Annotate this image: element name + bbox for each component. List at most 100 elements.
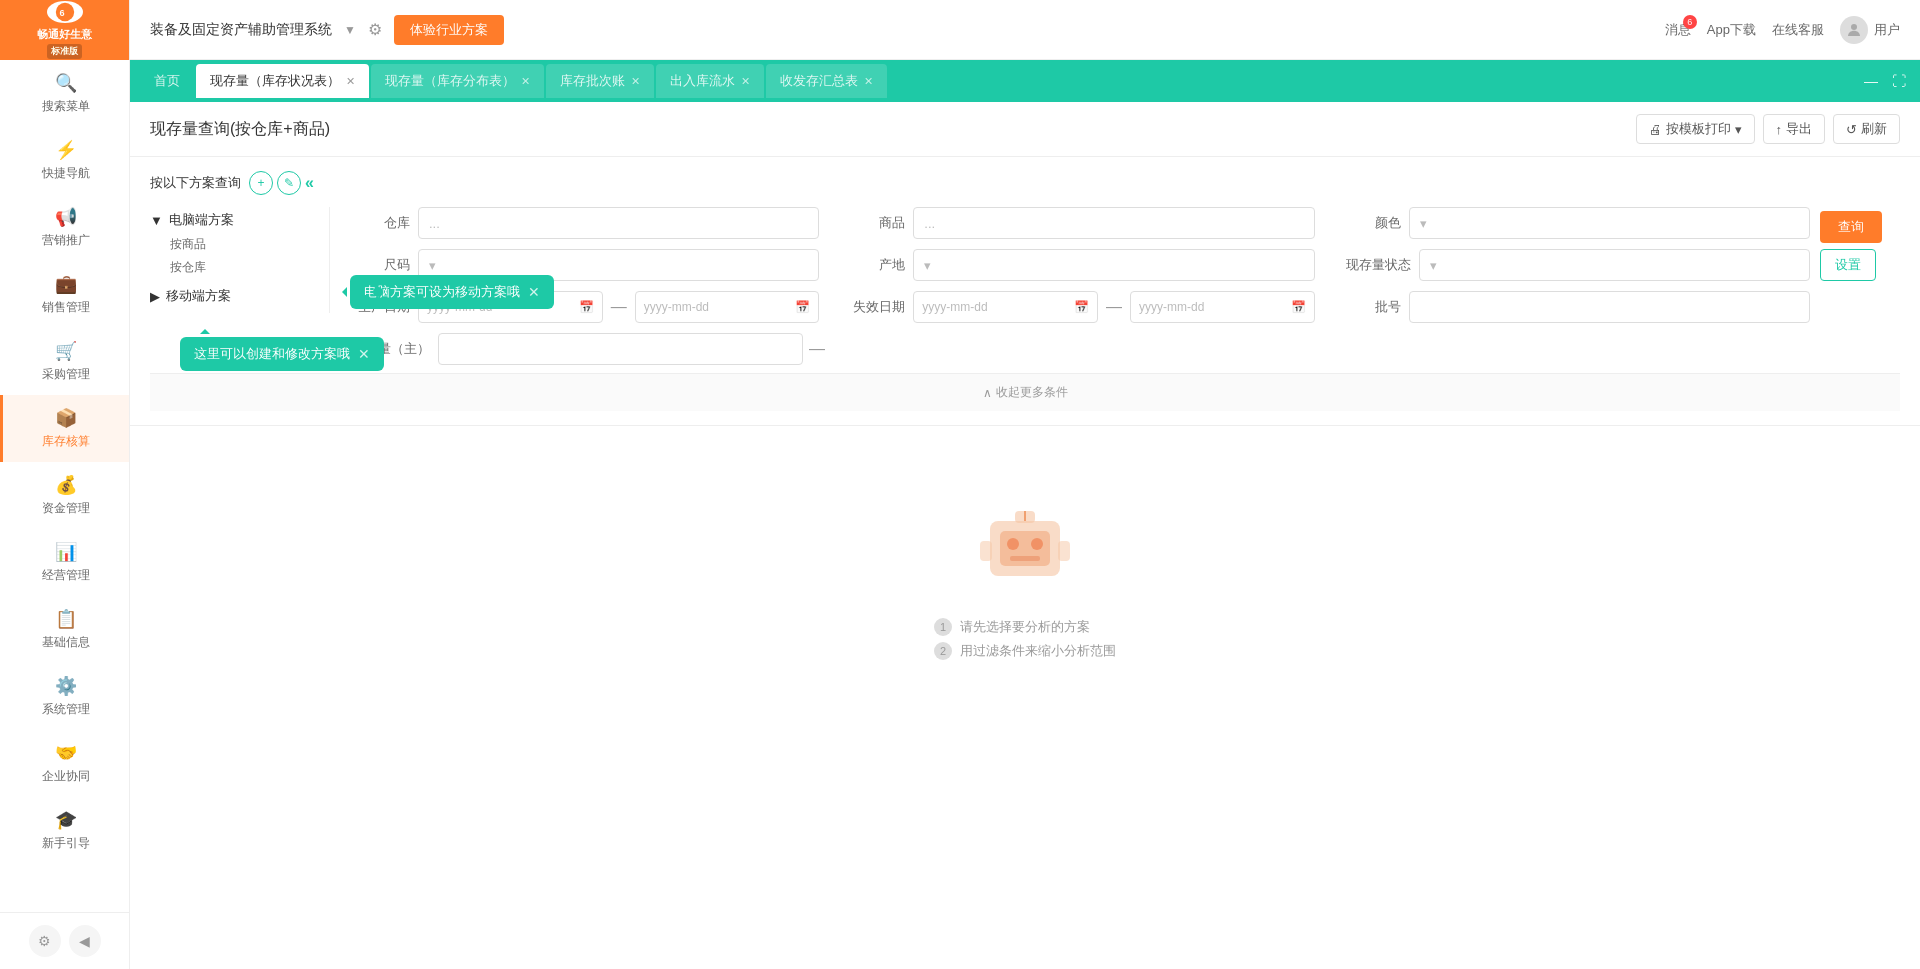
- exp-date-end-cal-icon[interactable]: 📅: [1291, 300, 1306, 314]
- scheme-dot-indicator: [373, 287, 383, 297]
- warehouse-ctrl-wrapper: ...: [418, 207, 819, 239]
- stock-status-select[interactable]: ▾: [1419, 249, 1810, 281]
- user-avatar: [1840, 16, 1868, 44]
- industry-btn[interactable]: 体验行业方案: [394, 15, 504, 45]
- svg-point-5: [1007, 538, 1019, 550]
- size-dropdown-arrow: ▾: [429, 258, 436, 273]
- add-scheme-btn[interactable]: +: [249, 171, 273, 195]
- warehouse-select[interactable]: ...: [418, 207, 819, 239]
- tab-inventory-dist[interactable]: 现存量（库存分布表） ✕: [371, 64, 544, 98]
- tab-inout-flow-close[interactable]: ✕: [741, 75, 750, 88]
- prod-date-dash: —: [607, 298, 631, 316]
- tab-inout-flow-label: 出入库流水: [670, 72, 735, 90]
- back-arrow-btn[interactable]: «: [305, 174, 314, 192]
- app-download-btn[interactable]: App下载: [1707, 21, 1756, 39]
- sidebar-item-operations[interactable]: 📊 经营管理: [0, 529, 129, 596]
- settings-bottom-btn[interactable]: ⚙: [29, 925, 61, 957]
- tab-batch-close[interactable]: ✕: [631, 75, 640, 88]
- batch-input[interactable]: [1409, 291, 1810, 323]
- scheme-item-by-goods[interactable]: 按商品: [150, 233, 319, 256]
- tab-summary[interactable]: 收发存汇总表 ✕: [766, 64, 887, 98]
- exp-date-end[interactable]: yyyy-mm-dd 📅: [1130, 291, 1315, 323]
- scheme-group-desktop: ▼ 电脑端方案 按商品 按仓库: [150, 207, 319, 279]
- tab-batch[interactable]: 库存批次账 ✕: [546, 64, 654, 98]
- stock-status-field: 现存量状态 ▾: [1331, 249, 1810, 281]
- content-area: 现存量查询(按仓库+商品) 🖨 按模板打印 ▾ ↑ 导出 ↺ 刷新: [130, 102, 1920, 969]
- prod-date-cal-icon[interactable]: 📅: [579, 300, 594, 314]
- quicknav-icon: ⚡: [55, 139, 77, 161]
- prod-date-end-cal-icon[interactable]: 📅: [795, 300, 810, 314]
- query-btn[interactable]: 查询: [1820, 211, 1882, 243]
- tab-maximize-icon[interactable]: ⛶: [1888, 69, 1910, 93]
- sidebar-item-quicknav[interactable]: ⚡ 快捷导航: [0, 127, 129, 194]
- logo-badge: 标准版: [47, 44, 82, 59]
- goods-select[interactable]: ...: [913, 207, 1314, 239]
- tab-summary-close[interactable]: ✕: [864, 75, 873, 88]
- tab-inventory-status-close[interactable]: ✕: [346, 75, 355, 88]
- sidebar-item-search[interactable]: 🔍 搜索菜单: [0, 60, 129, 127]
- exp-date-end-text: yyyy-mm-dd: [1139, 300, 1204, 314]
- origin-select[interactable]: ▾: [913, 249, 1314, 281]
- stock-main-dash: —: [809, 340, 825, 358]
- svg-point-0: [55, 3, 73, 21]
- origin-label: 产地: [835, 256, 905, 274]
- inventory-icon: 📦: [55, 407, 77, 429]
- empty-step-2-text: 用过滤条件来缩小分析范围: [960, 642, 1116, 660]
- sidebar-item-marketing-label: 营销推广: [42, 232, 90, 249]
- print-btn[interactable]: 🖨 按模板打印 ▾: [1636, 114, 1755, 144]
- sidebar-item-sales[interactable]: 💼 销售管理: [0, 261, 129, 328]
- notification-btn[interactable]: 消息 6: [1665, 21, 1691, 39]
- origin-dropdown-arrow: ▾: [924, 258, 931, 273]
- system-dropdown-icon[interactable]: ▼: [344, 23, 356, 37]
- finance-icon: 💰: [55, 474, 77, 496]
- color-field: 颜色 ▾: [1331, 207, 1810, 239]
- sidebar-item-search-label: 搜索菜单: [42, 98, 90, 115]
- sidebar-item-system[interactable]: ⚙️ 系统管理: [0, 663, 129, 730]
- sidebar-item-purchase-label: 采购管理: [42, 366, 90, 383]
- scheme-group-mobile-header[interactable]: ▶ 移动端方案: [150, 283, 319, 309]
- step-num-2: 2: [934, 642, 952, 660]
- tab-home[interactable]: 首页: [140, 64, 194, 98]
- sidebar-item-purchase[interactable]: 🛒 采购管理: [0, 328, 129, 395]
- color-select[interactable]: ▾: [1409, 207, 1810, 239]
- export-btn[interactable]: ↑ 导出: [1763, 114, 1826, 144]
- sidebar-item-basic[interactable]: 📋 基础信息: [0, 596, 129, 663]
- sidebar-item-system-label: 系统管理: [42, 701, 90, 718]
- online-support-btn[interactable]: 在线客服: [1772, 21, 1824, 39]
- top-header: 装备及固定资产辅助管理系统 ▼ ⚙ 体验行业方案 消息 6 App下载 在线客服…: [130, 0, 1920, 60]
- filter-row-2: 尺码 ▾ 产地 ▾: [340, 249, 1810, 281]
- tab-inventory-dist-close[interactable]: ✕: [521, 75, 530, 88]
- edit-tooltip-text: 这里可以创建和修改方案哦: [194, 345, 350, 363]
- stock-main-input[interactable]: [438, 333, 803, 365]
- operations-icon: 📊: [55, 541, 77, 563]
- edit-scheme-btn[interactable]: ✎: [277, 171, 301, 195]
- scheme-tooltip-close[interactable]: ✕: [528, 284, 540, 300]
- exp-date-start[interactable]: yyyy-mm-dd 📅: [913, 291, 1098, 323]
- collapse-bar[interactable]: ∧ 收起更多条件: [150, 373, 1900, 411]
- sidebar-bottom: ⚙ ◀: [0, 912, 129, 969]
- scheme-group-desktop-header[interactable]: ▼ 电脑端方案: [150, 207, 319, 233]
- scheme-item-by-warehouse[interactable]: 按仓库: [150, 256, 319, 279]
- tab-inout-flow[interactable]: 出入库流水 ✕: [656, 64, 764, 98]
- tab-inventory-status[interactable]: 现存量（库存状况表） ✕: [196, 64, 369, 98]
- settings-icon[interactable]: ⚙: [368, 20, 382, 39]
- user-area: 用户: [1840, 16, 1900, 44]
- refresh-btn[interactable]: ↺ 刷新: [1833, 114, 1900, 144]
- reset-btn[interactable]: 设置: [1820, 249, 1876, 281]
- edit-tooltip-close[interactable]: ✕: [358, 346, 370, 362]
- sidebar-item-marketing[interactable]: 📢 营销推广: [0, 194, 129, 261]
- tab-minimize-icon[interactable]: —: [1860, 69, 1882, 93]
- sidebar-item-newbie[interactable]: 🎓 新手引导: [0, 797, 129, 864]
- sidebar-item-finance[interactable]: 💰 资金管理: [0, 462, 129, 529]
- sidebar-item-finance-label: 资金管理: [42, 500, 90, 517]
- sidebar-item-enterprise[interactable]: 🤝 企业协同: [0, 730, 129, 797]
- page-title: 现存量查询(按仓库+商品): [150, 119, 330, 140]
- system-name: 装备及固定资产辅助管理系统: [150, 21, 332, 39]
- exp-date-cal-icon[interactable]: 📅: [1074, 300, 1089, 314]
- collapse-sidebar-btn[interactable]: ◀: [69, 925, 101, 957]
- svg-text:6: 6: [59, 8, 64, 18]
- scheme-group-mobile: ▶ 移动端方案: [150, 283, 319, 309]
- prod-date-end[interactable]: yyyy-mm-dd 📅: [635, 291, 820, 323]
- svg-point-6: [1031, 538, 1043, 550]
- sidebar-item-inventory[interactable]: 📦 库存核算: [0, 395, 129, 462]
